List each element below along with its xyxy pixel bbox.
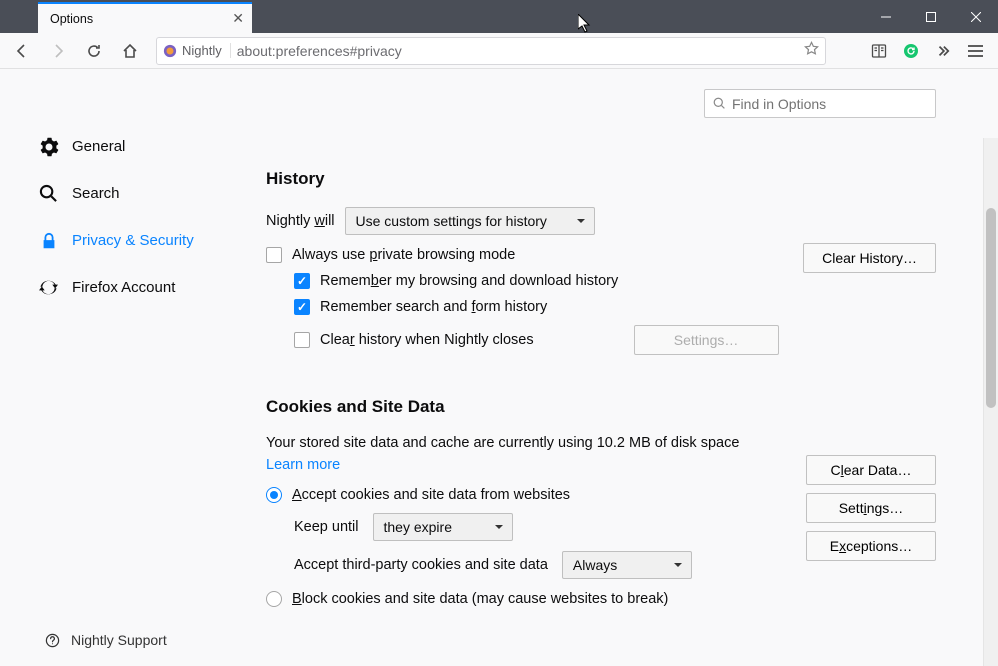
scrollbar[interactable] xyxy=(983,138,998,666)
history-mode-row: Nightly will Use custom settings for his… xyxy=(266,207,936,235)
always-private-checkbox[interactable] xyxy=(266,247,282,263)
tab-title: Options xyxy=(50,12,93,26)
sidebar-item-search[interactable]: Search xyxy=(38,170,238,217)
remember-browsing-row: Remember my browsing and download histor… xyxy=(266,273,936,289)
back-button[interactable] xyxy=(8,37,36,65)
sidebar-item-label: Privacy & Security xyxy=(72,232,194,249)
bookmark-star-icon[interactable] xyxy=(804,41,819,61)
sidebar-item-label: Search xyxy=(72,185,120,202)
remember-search-checkbox[interactable] xyxy=(294,299,310,315)
menu-button[interactable] xyxy=(966,42,984,60)
search-icon xyxy=(38,183,59,204)
scrollthumb[interactable] xyxy=(986,208,996,408)
tab-options[interactable]: Options ✕ xyxy=(38,2,252,33)
cookies-settings-button[interactable]: Settings… xyxy=(806,493,936,523)
clear-on-close-checkbox[interactable] xyxy=(294,332,310,348)
window-controls xyxy=(863,0,998,33)
content: General Search Privacy & Security Firefo… xyxy=(0,69,998,666)
home-button[interactable] xyxy=(116,37,144,65)
reload-button[interactable] xyxy=(80,37,108,65)
sync-icon xyxy=(38,277,59,298)
keep-until-select[interactable]: they expire xyxy=(373,513,513,541)
gear-icon xyxy=(38,136,59,157)
minimize-button[interactable] xyxy=(863,0,908,33)
remember-search-row: Remember search and form history xyxy=(266,299,936,315)
accept-cookies-radio[interactable] xyxy=(266,487,282,503)
remember-browsing-checkbox[interactable] xyxy=(294,273,310,289)
identity-box[interactable]: Nightly xyxy=(163,43,231,58)
support-label: Nightly Support xyxy=(71,632,167,648)
sidebar: General Search Privacy & Security Firefo… xyxy=(0,69,238,666)
close-icon[interactable]: ✕ xyxy=(232,10,244,27)
sidebar-item-label: General xyxy=(72,138,125,155)
identity-label: Nightly xyxy=(182,43,222,58)
forward-button[interactable] xyxy=(44,37,72,65)
exceptions-button[interactable]: Exceptions… xyxy=(806,531,936,561)
main: History Nightly will Use custom settings… xyxy=(238,69,998,666)
overflow-icon[interactable] xyxy=(934,42,952,60)
find-in-options[interactable] xyxy=(704,89,936,118)
help-icon xyxy=(45,633,60,648)
block-cookies-row: Block cookies and site data (may cause w… xyxy=(266,591,936,607)
reader-icon[interactable] xyxy=(870,42,888,60)
cookies-desc: Your stored site data and cache are curr… xyxy=(266,435,936,451)
refresh-green-icon[interactable] xyxy=(902,42,920,60)
clear-on-close-row: Clear history when Nightly closes Settin… xyxy=(266,325,936,355)
titlebar: Options ✕ xyxy=(0,0,998,33)
sidebar-item-general[interactable]: General xyxy=(38,123,238,170)
find-input[interactable] xyxy=(732,96,927,112)
toolbar-right xyxy=(870,42,990,60)
lock-icon xyxy=(38,230,59,251)
maximize-button[interactable] xyxy=(908,0,953,33)
sidebar-item-label: Firefox Account xyxy=(72,279,175,296)
sidebar-support[interactable]: Nightly Support xyxy=(45,632,167,648)
clear-history-button[interactable]: Clear History… xyxy=(803,243,936,273)
clear-close-settings-button: Settings… xyxy=(634,325,779,355)
firefox-icon xyxy=(163,44,177,58)
toolbar: Nightly about:preferences#privacy xyxy=(0,33,998,69)
history-heading: History xyxy=(266,169,936,189)
sidebar-item-privacy[interactable]: Privacy & Security xyxy=(38,217,238,264)
url-text: about:preferences#privacy xyxy=(237,43,798,59)
third-party-select[interactable]: Always xyxy=(562,551,692,579)
url-bar[interactable]: Nightly about:preferences#privacy xyxy=(156,37,826,65)
search-icon xyxy=(713,97,726,110)
clear-data-button[interactable]: Clear Data… xyxy=(806,455,936,485)
close-window-button[interactable] xyxy=(953,0,998,33)
cookies-heading: Cookies and Site Data xyxy=(266,397,936,417)
sidebar-item-account[interactable]: Firefox Account xyxy=(38,264,238,311)
history-mode-select[interactable]: Use custom settings for history xyxy=(345,207,595,235)
block-cookies-radio[interactable] xyxy=(266,591,282,607)
